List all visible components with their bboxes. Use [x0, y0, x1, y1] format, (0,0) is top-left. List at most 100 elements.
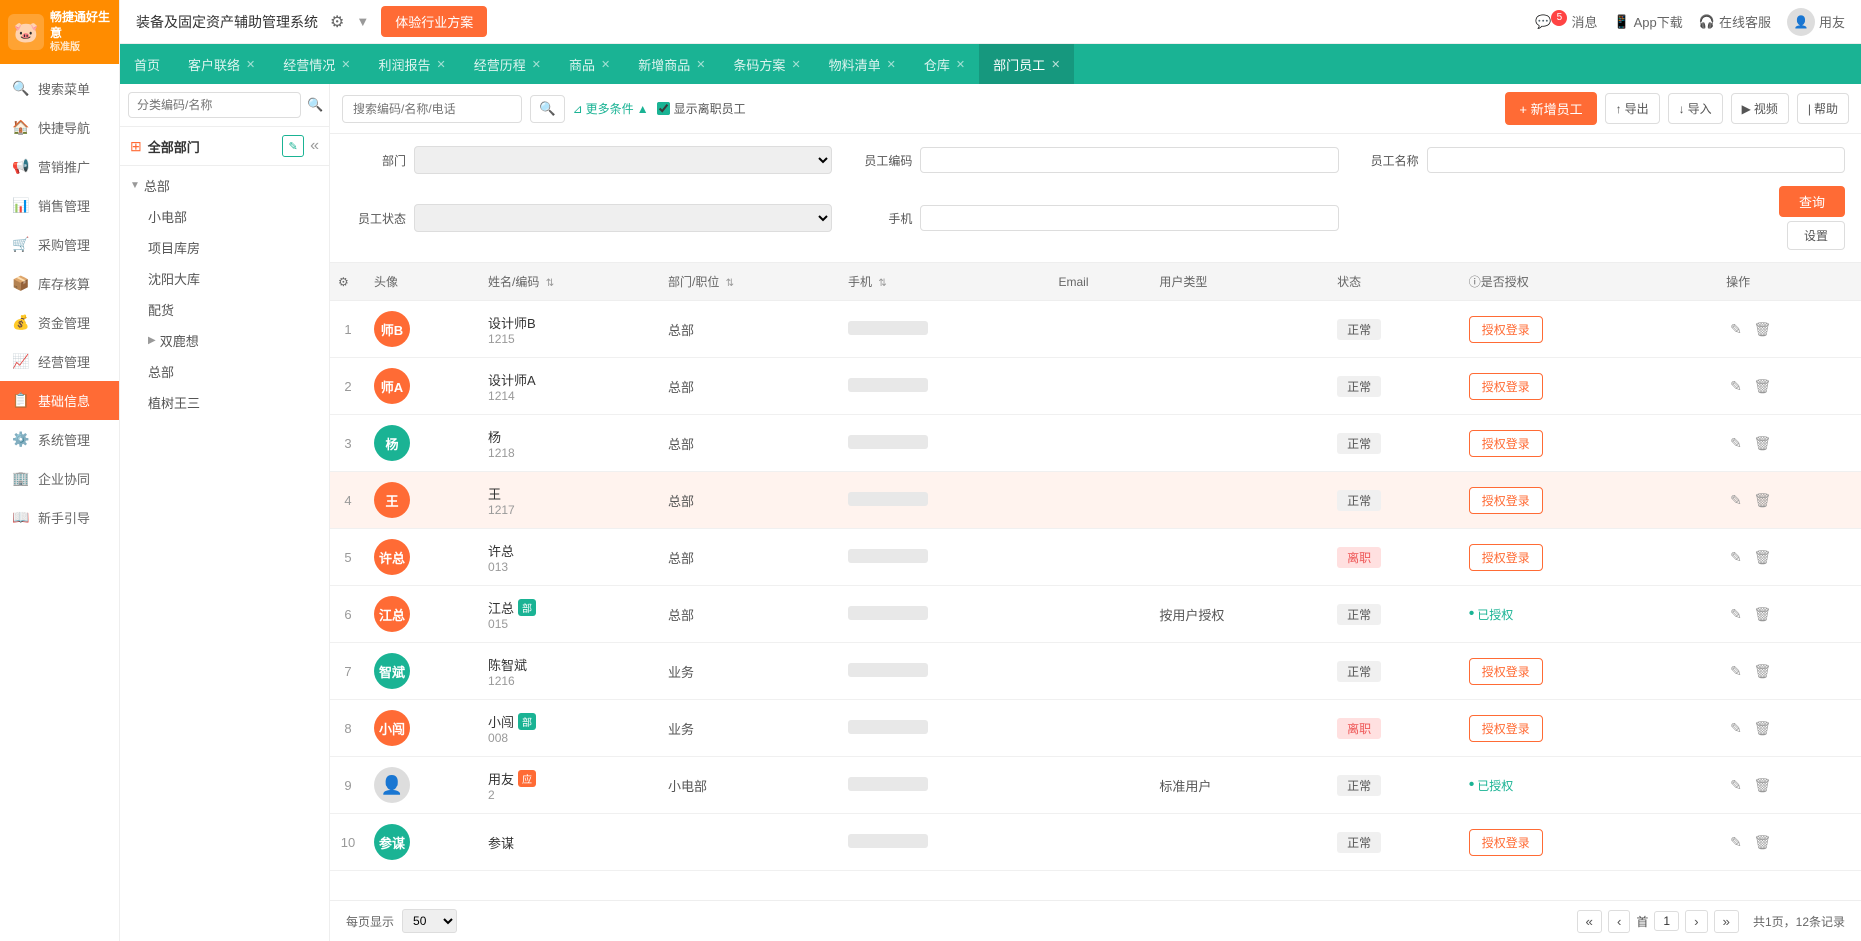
tab-close-customer[interactable]: ✕ — [246, 58, 255, 71]
auth-login-button[interactable]: 授权登录 — [1469, 316, 1543, 343]
tab-close-employees[interactable]: ✕ — [1051, 58, 1060, 71]
tab-close-new-goods[interactable]: ✕ — [696, 58, 705, 71]
delete-button[interactable]: 🗑 — [1749, 604, 1775, 625]
filter-phone-input[interactable] — [920, 205, 1338, 231]
edit-button[interactable]: ✎ — [1726, 718, 1746, 739]
sidebar-item-purchase[interactable]: 🛒 采购管理 — [0, 225, 119, 264]
auth-login-button[interactable]: 授权登录 — [1469, 715, 1543, 742]
tab-new-goods[interactable]: 新增商品✕ — [624, 44, 719, 84]
delete-button[interactable]: 🗑 — [1749, 832, 1775, 853]
show-resign-checkbox[interactable] — [657, 102, 670, 115]
col-phone[interactable]: 手机 ⇅ — [840, 263, 1051, 301]
edit-button[interactable]: ✎ — [1726, 604, 1746, 625]
edit-button[interactable]: ✎ — [1726, 832, 1746, 853]
dept-search-icon[interactable]: 🔍 — [307, 97, 323, 113]
delete-button[interactable]: 🗑 — [1749, 319, 1775, 340]
edit-button[interactable]: ✎ — [1726, 661, 1746, 682]
sidebar-item-sales[interactable]: 📊 销售管理 — [0, 186, 119, 225]
sidebar-item-basic[interactable]: 📋 基础信息 — [0, 381, 119, 420]
dept-node-root[interactable]: ▼ 总部 — [120, 170, 329, 201]
sidebar-item-operations[interactable]: 📈 经营管理 — [0, 342, 119, 381]
message-button[interactable]: 💬 5 消息 — [1535, 12, 1597, 31]
tab-close-operations[interactable]: ✕ — [341, 58, 350, 71]
col-dept[interactable]: 部门/职位 ⇅ — [660, 263, 840, 301]
tab-goods[interactable]: 商品✕ — [555, 44, 624, 84]
last-page-button[interactable]: » — [1714, 910, 1739, 933]
tab-close-barcode[interactable]: ✕ — [791, 58, 800, 71]
sidebar-item-marketing[interactable]: 📢 营销推广 — [0, 147, 119, 186]
tab-home[interactable]: 首页 — [120, 44, 174, 84]
employee-search-button[interactable]: 🔍 — [530, 95, 565, 123]
delete-button[interactable]: 🗑 — [1749, 490, 1775, 511]
employee-search-input[interactable] — [342, 95, 522, 123]
tab-close-goods[interactable]: ✕ — [601, 58, 610, 71]
next-page-button[interactable]: › — [1685, 910, 1707, 933]
dept-node-shenyang[interactable]: 沈阳大库 — [120, 263, 329, 294]
delete-button[interactable]: 🗑 — [1749, 433, 1775, 454]
tab-operations[interactable]: 经营情况✕ — [269, 44, 364, 84]
filter-status-select[interactable] — [414, 204, 832, 232]
col-name[interactable]: 姓名/编码 ⇅ — [480, 263, 660, 301]
edit-button[interactable]: ✎ — [1726, 433, 1746, 454]
sidebar-item-system[interactable]: ⚙️ 系统管理 — [0, 420, 119, 459]
prev-page-button[interactable]: ‹ — [1608, 910, 1630, 933]
tab-barcode[interactable]: 条码方案✕ — [719, 44, 814, 84]
delete-button[interactable]: 🗑 — [1749, 376, 1775, 397]
dept-search-input[interactable] — [128, 92, 301, 118]
dept-node-xiaodibu[interactable]: 小电部 — [120, 201, 329, 232]
tab-history[interactable]: 经营历程✕ — [460, 44, 555, 84]
auth-login-button[interactable]: 授权登录 — [1469, 658, 1543, 685]
col-settings[interactable]: ⚙ — [330, 263, 366, 301]
tab-close-history[interactable]: ✕ — [532, 58, 541, 71]
tab-close-bom[interactable]: ✕ — [887, 58, 896, 71]
tab-employees[interactable]: 部门员工✕ — [979, 44, 1074, 84]
help-button[interactable]: | 帮助 — [1797, 93, 1849, 124]
auth-login-button[interactable]: 授权登录 — [1469, 487, 1543, 514]
delete-button[interactable]: 🗑 — [1749, 718, 1775, 739]
sidebar-item-enterprise[interactable]: 🏢 企业协同 — [0, 459, 119, 498]
view-button[interactable]: ▶ 视频 — [1731, 93, 1789, 124]
filter-dept-select[interactable] — [414, 146, 832, 174]
dept-edit-icon[interactable]: ✎ — [282, 135, 304, 157]
dept-node-peihuo[interactable]: 配货 — [120, 294, 329, 325]
filter-code-input[interactable] — [920, 147, 1338, 173]
edit-button[interactable]: ✎ — [1726, 547, 1746, 568]
sidebar-item-quicknav[interactable]: 🏠 快捷导航 — [0, 108, 119, 147]
delete-button[interactable]: 🗑 — [1749, 547, 1775, 568]
trial-button[interactable]: 体验行业方案 — [381, 6, 487, 37]
dept-collapse-icon[interactable]: « — [310, 137, 319, 155]
dept-node-zhishu[interactable]: 植树王三 — [120, 387, 329, 418]
first-page-button[interactable]: « — [1577, 910, 1602, 933]
import-button[interactable]: ↓ 导入 — [1668, 93, 1723, 124]
tab-close-profit[interactable]: ✕ — [437, 58, 446, 71]
tab-close-warehouse[interactable]: ✕ — [956, 58, 965, 71]
settings-icon[interactable]: ⚙ — [330, 12, 344, 32]
dept-node-zongbu[interactable]: 总部 — [120, 356, 329, 387]
tab-bom[interactable]: 物料清单✕ — [815, 44, 910, 84]
sidebar-item-guide[interactable]: 📖 新手引导 — [0, 498, 119, 537]
user-avatar-button[interactable]: 👤 用友 — [1787, 8, 1845, 36]
filter-name-input[interactable] — [1427, 147, 1845, 173]
app-download-button[interactable]: 📱 App下载 — [1613, 12, 1682, 31]
sidebar-item-capital[interactable]: 💰 资金管理 — [0, 303, 119, 342]
auth-login-button[interactable]: 授权登录 — [1469, 829, 1543, 856]
more-filter-button[interactable]: ⊿ 更多条件 ▲ — [573, 100, 649, 117]
delete-button[interactable]: 🗑 — [1749, 661, 1775, 682]
tab-customer[interactable]: 客户联络✕ — [174, 44, 269, 84]
sidebar-item-search[interactable]: 🔍 搜索菜单 — [0, 69, 119, 108]
tab-warehouse[interactable]: 仓库✕ — [910, 44, 979, 84]
edit-button[interactable]: ✎ — [1726, 490, 1746, 511]
add-employee-button[interactable]: + 新增员工 — [1505, 92, 1596, 125]
edit-button[interactable]: ✎ — [1726, 775, 1746, 796]
online-service-button[interactable]: 🎧 在线客服 — [1699, 12, 1771, 31]
sidebar-item-inventory[interactable]: 📦 库存核算 — [0, 264, 119, 303]
auth-login-button[interactable]: 授权登录 — [1469, 544, 1543, 571]
page-size-select[interactable]: 50 20 100 — [402, 909, 457, 933]
query-button[interactable]: 查询 — [1779, 186, 1845, 217]
edit-button[interactable]: ✎ — [1726, 376, 1746, 397]
auth-login-button[interactable]: 授权登录 — [1469, 373, 1543, 400]
auth-login-button[interactable]: 授权登录 — [1469, 430, 1543, 457]
export-button[interactable]: ↑ 导出 — [1605, 93, 1660, 124]
reset-button[interactable]: 设置 — [1787, 221, 1845, 250]
tab-profit[interactable]: 利润报告✕ — [364, 44, 459, 84]
